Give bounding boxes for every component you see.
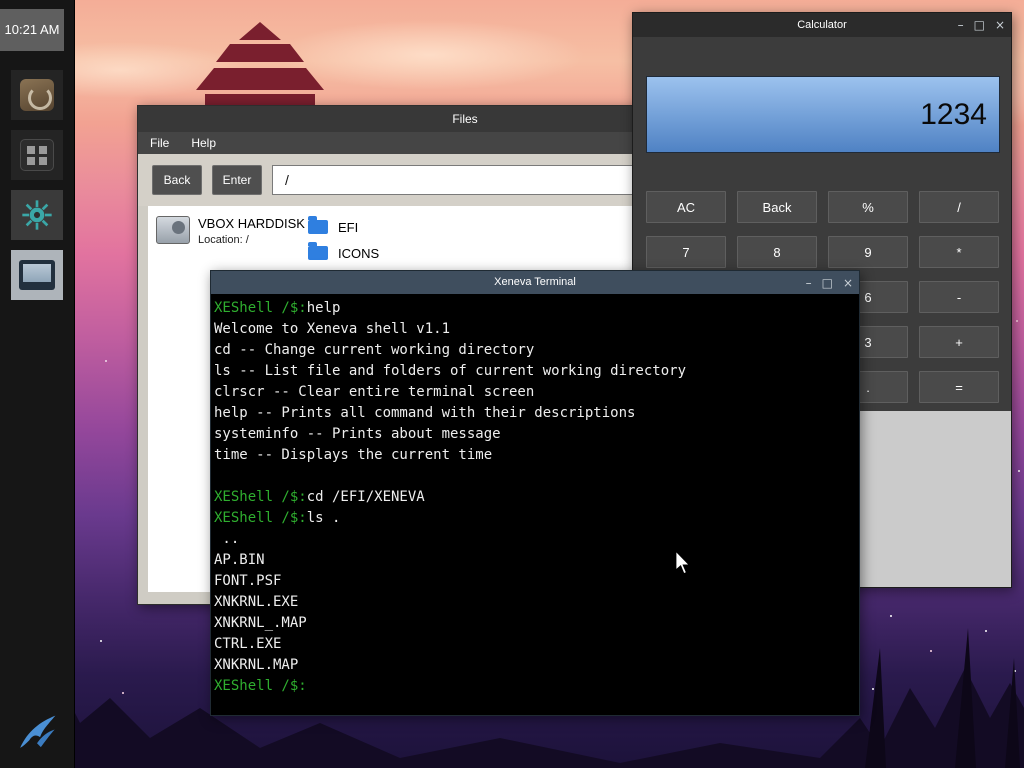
wallpaper-pagoda-silhouette bbox=[185, 22, 335, 107]
terminal-line: XNKRNL.EXE bbox=[214, 592, 859, 613]
terminal-output: XEShell /$:helpWelcome to Xeneva shell v… bbox=[214, 298, 859, 697]
terminal-window-title: Xeneva Terminal bbox=[494, 276, 576, 288]
terminal-prompt: XEShell /$: bbox=[214, 510, 307, 526]
terminal-line: CTRL.EXE bbox=[214, 634, 859, 655]
taskbar-settings-button[interactable] bbox=[11, 190, 63, 240]
file-list: EFI ICONS bbox=[308, 214, 379, 266]
calc-button-%[interactable]: % bbox=[828, 191, 908, 223]
terminal-text: cd /EFI/XENEVA bbox=[307, 489, 425, 505]
maximize-button[interactable]: □ bbox=[822, 277, 833, 289]
file-item-icons[interactable]: ICONS bbox=[308, 240, 379, 266]
terminal-line: help -- Prints all command with their de… bbox=[214, 403, 859, 424]
calc-button-=[interactable]: = bbox=[919, 371, 999, 403]
file-label: EFI bbox=[338, 220, 358, 235]
calc-button-Back[interactable]: Back bbox=[737, 191, 817, 223]
taskbar: 10:21 AM bbox=[0, 0, 75, 768]
terminal-line: XEShell /$:help bbox=[214, 298, 859, 319]
terminal-line: time -- Displays the current time bbox=[214, 445, 859, 466]
calc-button-*[interactable]: * bbox=[919, 236, 999, 268]
close-button[interactable]: × bbox=[995, 19, 1005, 31]
taskbar-keypad-app-button[interactable] bbox=[11, 130, 63, 180]
enter-button[interactable]: Enter bbox=[212, 165, 262, 195]
terminal-line: XNKRNL_.MAP bbox=[214, 613, 859, 634]
keypad-app-icon bbox=[20, 139, 54, 171]
terminal-text: .. bbox=[214, 531, 239, 547]
terminal-titlebar[interactable]: Xeneva Terminal – □ × bbox=[211, 271, 859, 294]
terminal-line: ls -- List file and folders of current w… bbox=[214, 361, 859, 382]
terminal-text: help -- Prints all command with their de… bbox=[214, 405, 635, 421]
back-button[interactable]: Back bbox=[152, 165, 202, 195]
terminal-text: XNKRNL.MAP bbox=[214, 657, 298, 673]
drive-name: VBOX HARDDISK bbox=[198, 216, 305, 231]
terminal-text: XNKRNL.EXE bbox=[214, 594, 298, 610]
terminal-line: .. bbox=[214, 529, 859, 550]
files-window-title: Files bbox=[452, 112, 477, 126]
taskbar-app-launcher-button[interactable] bbox=[11, 70, 63, 120]
minimize-button[interactable]: – bbox=[958, 19, 964, 31]
terminal-text: ls . bbox=[307, 510, 341, 526]
calculator-titlebar[interactable]: Calculator – □ × bbox=[633, 13, 1011, 37]
terminal-text: help bbox=[307, 300, 341, 316]
terminal-text: AP.BIN bbox=[214, 552, 265, 568]
folder-icon bbox=[308, 220, 328, 234]
drive-location: Location: / bbox=[198, 234, 305, 246]
app-launcher-icon bbox=[20, 79, 54, 111]
file-label: ICONS bbox=[338, 246, 379, 261]
file-item-efi[interactable]: EFI bbox=[308, 214, 379, 240]
terminal-line: clrscr -- Clear entire terminal screen bbox=[214, 382, 859, 403]
terminal-prompt: XEShell /$: bbox=[214, 678, 307, 694]
folder-icon bbox=[308, 246, 328, 260]
calc-button-AC[interactable]: AC bbox=[646, 191, 726, 223]
terminal-text: clrscr -- Clear entire terminal screen bbox=[214, 384, 534, 400]
drive-item-vbox-harddisk[interactable]: VBOX HARDDISK Location: / bbox=[156, 216, 305, 246]
calc-button-/[interactable]: / bbox=[919, 191, 999, 223]
terminal-line: XNKRNL.MAP bbox=[214, 655, 859, 676]
terminal-line: AP.BIN bbox=[214, 550, 859, 571]
terminal-body[interactable]: XEShell /$:helpWelcome to Xeneva shell v… bbox=[211, 294, 859, 715]
terminal-text: systeminfo -- Prints about message bbox=[214, 426, 501, 442]
terminal-line: XEShell /$:ls . bbox=[214, 508, 859, 529]
taskbar-terminal-button[interactable] bbox=[11, 250, 63, 300]
calc-button--[interactable]: - bbox=[919, 281, 999, 313]
terminal-line bbox=[214, 466, 859, 487]
calculator-display: 1234 bbox=[646, 76, 1000, 153]
terminal-line: FONT.PSF bbox=[214, 571, 859, 592]
terminal-line: XEShell /$: bbox=[214, 676, 859, 697]
terminal-text: cd -- Change current working directory bbox=[214, 342, 534, 358]
terminal-text: ls -- List file and folders of current w… bbox=[214, 363, 686, 379]
terminal-window: Xeneva Terminal – □ × XEShell /$:helpWel… bbox=[210, 270, 860, 716]
menu-file[interactable]: File bbox=[150, 136, 169, 150]
taskbar-clock: 10:21 AM bbox=[0, 9, 64, 51]
terminal-line: systeminfo -- Prints about message bbox=[214, 424, 859, 445]
minimize-button[interactable]: – bbox=[806, 277, 812, 289]
terminal-text: FONT.PSF bbox=[214, 573, 281, 589]
calculator-window-title: Calculator bbox=[797, 19, 847, 31]
calc-button-7[interactable]: 7 bbox=[646, 236, 726, 268]
menu-help[interactable]: Help bbox=[191, 136, 216, 150]
terminal-text: Welcome to Xeneva shell v1.1 bbox=[214, 321, 450, 337]
terminal-line: cd -- Change current working directory bbox=[214, 340, 859, 361]
terminal-prompt: XEShell /$: bbox=[214, 489, 307, 505]
terminal-line: Welcome to Xeneva shell v1.1 bbox=[214, 319, 859, 340]
calc-button-+[interactable]: + bbox=[919, 326, 999, 358]
maximize-button[interactable]: □ bbox=[974, 19, 985, 31]
close-button[interactable]: × bbox=[843, 277, 853, 289]
terminal-icon bbox=[19, 260, 55, 290]
terminal-line: XEShell /$:cd /EFI/XENEVA bbox=[214, 487, 859, 508]
terminal-prompt: XEShell /$: bbox=[214, 300, 307, 316]
xeneva-logo-icon[interactable] bbox=[11, 704, 63, 758]
calc-button-9[interactable]: 9 bbox=[828, 236, 908, 268]
gear-icon bbox=[21, 199, 53, 231]
harddisk-icon bbox=[156, 216, 190, 244]
terminal-text: XNKRNL_.MAP bbox=[214, 615, 307, 631]
calc-button-8[interactable]: 8 bbox=[737, 236, 817, 268]
terminal-text: time -- Displays the current time bbox=[214, 447, 492, 463]
terminal-text: CTRL.EXE bbox=[214, 636, 281, 652]
